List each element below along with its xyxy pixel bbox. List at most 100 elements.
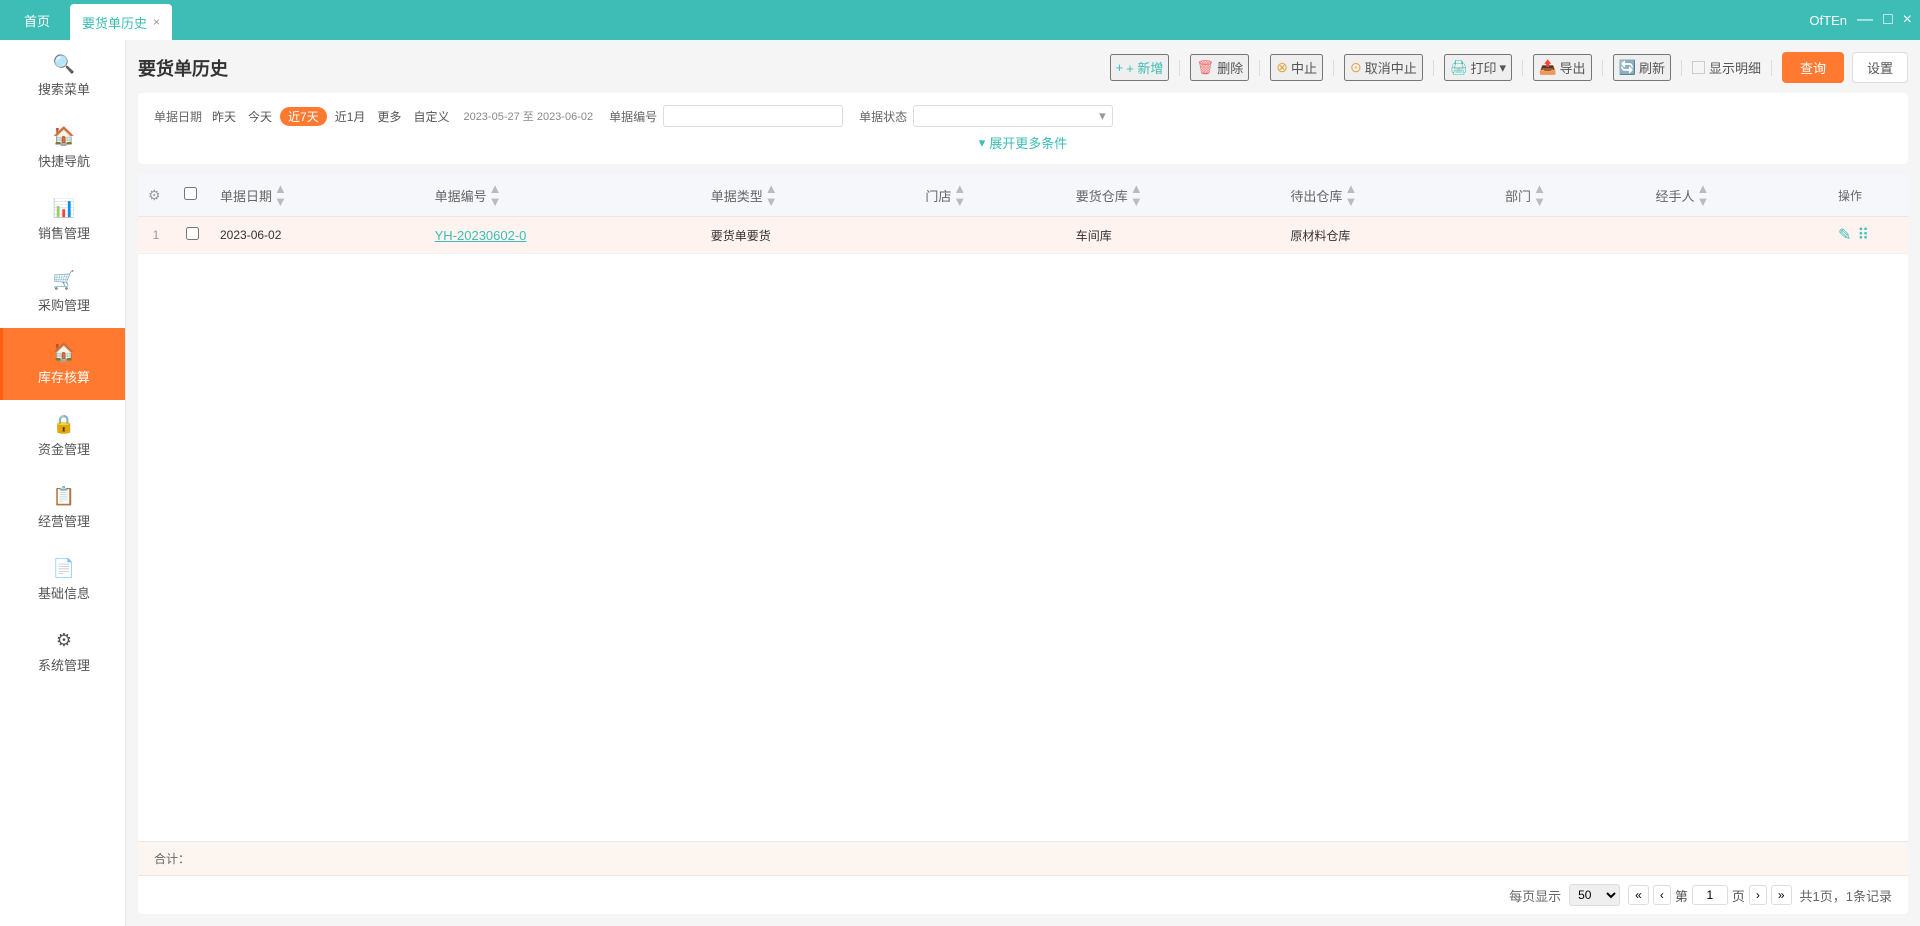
export-button[interactable]: 📤 导出 <box>1533 54 1591 81</box>
sidebar-label-system: 系统管理 <box>38 655 90 674</box>
more-icon[interactable]: ⠿ <box>1857 225 1869 245</box>
stop-icon: ⊗ <box>1276 59 1288 76</box>
query-button[interactable]: 查询 <box>1782 52 1844 83</box>
add-button[interactable]: + + 新增 <box>1110 54 1170 81</box>
select-all-checkbox[interactable] <box>184 187 197 200</box>
refresh-icon: 🔄 <box>1619 59 1636 76</box>
tab-home[interactable]: 首页 <box>8 0 66 40</box>
refresh-button[interactable]: 🔄 刷新 <box>1613 54 1671 81</box>
row-num: 1 <box>138 217 174 254</box>
date-more[interactable]: 更多 <box>373 107 405 126</box>
bill-no-link[interactable]: YH-20230602-0 <box>435 228 527 243</box>
search-icon: 🔍 <box>53 54 75 75</box>
edit-icon[interactable]: ✎ <box>1838 225 1851 245</box>
prev-page-btn[interactable]: ‹ <box>1653 885 1671 905</box>
export-label: 导出 <box>1559 58 1585 77</box>
row-bill-type: 要货单要货 <box>701 217 916 254</box>
table-scroll[interactable]: ⚙ 单据日期▲▼ 单据编号▲▼ <box>138 174 1908 841</box>
page-nav: « ‹ 第 页 › » <box>1628 885 1791 905</box>
column-settings-icon[interactable]: ⚙ <box>148 187 161 203</box>
date-1month[interactable]: 近1月 <box>331 107 370 126</box>
expand-chevron-icon: ▾ <box>979 135 986 151</box>
display-detail-toggle[interactable]: 显示明细 <box>1692 58 1761 77</box>
page-number-input[interactable] <box>1692 885 1728 905</box>
sidebar-label-finance: 资金管理 <box>38 439 90 458</box>
top-bar-right: OfTEn — □ × <box>1809 11 1912 29</box>
status-dropdown-arrow[interactable]: ▾ <box>1099 108 1106 124</box>
status-label: 单据状态 <box>859 108 907 125</box>
th-settings: ⚙ <box>138 174 174 217</box>
content-area: 要货单历史 + + 新增 🗑 删除 ⊗ 中止 ⊙ <box>126 40 1920 926</box>
tab-active[interactable]: 要货单历史 × <box>70 4 172 40</box>
cancel-stop-button[interactable]: ⊙ 取消中止 <box>1344 54 1423 81</box>
date-filter-label: 单据日期 <box>154 108 202 125</box>
operation-icon: 📋 <box>53 486 75 507</box>
stop-button[interactable]: ⊗ 中止 <box>1270 54 1323 81</box>
date-custom[interactable]: 自定义 <box>409 107 453 126</box>
date-7days[interactable]: 近7天 <box>280 107 327 126</box>
row-actions: ✎ ⠿ <box>1828 217 1908 254</box>
data-table: ⚙ 单据日期▲▼ 单据编号▲▼ <box>138 174 1908 254</box>
status-select[interactable] <box>913 105 1113 127</box>
often-label: OfTEn <box>1809 13 1847 28</box>
th-out-warehouse: 待出仓库▲▼ <box>1280 174 1495 217</box>
divider-3 <box>1333 60 1334 76</box>
maximize-icon[interactable]: □ <box>1883 11 1893 29</box>
th-bill-type: 单据类型▲▼ <box>701 174 916 217</box>
next-page-btn[interactable]: › <box>1749 885 1767 905</box>
filter-row: 单据日期 昨天 今天 近7天 近1月 更多 自定义 2023-05-27 至 2… <box>154 105 1892 127</box>
detail-checkbox[interactable] <box>1692 61 1705 74</box>
date-today[interactable]: 今天 <box>244 107 276 126</box>
add-icon: + <box>1116 60 1124 75</box>
bill-no-input[interactable] <box>663 105 843 127</box>
finance-icon: 🔒 <box>53 414 75 435</box>
expand-label: 展开更多条件 <box>989 133 1067 152</box>
row-bill-no: YH-20230602-0 <box>425 217 701 254</box>
sidebar-label-search: 搜索菜单 <box>38 79 90 98</box>
th-action: 操作 <box>1828 174 1908 217</box>
close-tab-icon[interactable]: × <box>153 15 160 29</box>
minimize-icon[interactable]: — <box>1857 11 1873 29</box>
display-detail-label: 显示明细 <box>1709 58 1761 77</box>
sidebar-item-basic[interactable]: 📄 基础信息 <box>0 544 125 616</box>
last-page-btn[interactable]: » <box>1771 885 1792 905</box>
pagination-bar: 每页显示 50 100 200 « ‹ 第 页 › » 共1页，1条记录 <box>138 875 1908 914</box>
add-label: + 新增 <box>1126 58 1163 77</box>
top-bar: 首页 要货单历史 × OfTEn — □ × <box>0 0 1920 40</box>
action-icons-group: ✎ ⠿ <box>1838 225 1898 245</box>
date-filter-group: 单据日期 昨天 今天 近7天 近1月 更多 自定义 2023-05-27 至 2… <box>154 107 593 126</box>
sidebar-label-operation: 经营管理 <box>38 511 90 530</box>
page-size-label: 每页显示 <box>1509 886 1561 905</box>
delete-label: 删除 <box>1217 58 1243 77</box>
cancel-stop-icon: ⊙ <box>1350 59 1362 76</box>
window-close-icon[interactable]: × <box>1903 11 1912 29</box>
th-shop: 门店▲▼ <box>915 174 1065 217</box>
sidebar-item-purchase[interactable]: 🛒 采购管理 <box>0 256 125 328</box>
expand-more-btn[interactable]: ▾ 展开更多条件 <box>154 133 1892 152</box>
table-body: 1 2023-06-02 YH-20230602-0 要货单要货 车间库 <box>138 217 1908 254</box>
sidebar-item-inventory[interactable]: 🏠 库存核算 <box>0 328 125 400</box>
divider-8 <box>1771 60 1772 76</box>
sidebar-label-inventory: 库存核算 <box>38 367 90 386</box>
inventory-icon: 🏠 <box>53 342 75 363</box>
first-page-btn[interactable]: « <box>1628 885 1649 905</box>
page-size-select[interactable]: 50 100 200 <box>1569 884 1620 906</box>
print-button[interactable]: 🖨 打印 ▾ <box>1444 54 1512 81</box>
sidebar-item-operation[interactable]: 📋 经营管理 <box>0 472 125 544</box>
divider-5 <box>1522 60 1523 76</box>
sidebar-item-shortcut[interactable]: 🏠 快捷导航 <box>0 112 125 184</box>
page-suffix: 页 <box>1732 886 1745 905</box>
sidebar-item-sales[interactable]: 📊 销售管理 <box>0 184 125 256</box>
row-handler <box>1645 217 1828 254</box>
sidebar-item-finance[interactable]: 🔒 资金管理 <box>0 400 125 472</box>
row-select-checkbox[interactable] <box>186 227 199 240</box>
filter-card: 单据日期 昨天 今天 近7天 近1月 更多 自定义 2023-05-27 至 2… <box>138 93 1908 164</box>
settings-button[interactable]: 设置 <box>1852 52 1908 83</box>
delete-button[interactable]: 🗑 删除 <box>1190 54 1249 81</box>
system-icon: ⚙ <box>56 630 72 651</box>
sidebar-item-search[interactable]: 🔍 搜索菜单 <box>0 40 125 112</box>
date-yesterday[interactable]: 昨天 <box>208 107 240 126</box>
sidebar-item-system[interactable]: ⚙ 系统管理 <box>0 616 125 688</box>
sum-label: 合计： <box>154 852 190 866</box>
divider-7 <box>1681 60 1682 76</box>
